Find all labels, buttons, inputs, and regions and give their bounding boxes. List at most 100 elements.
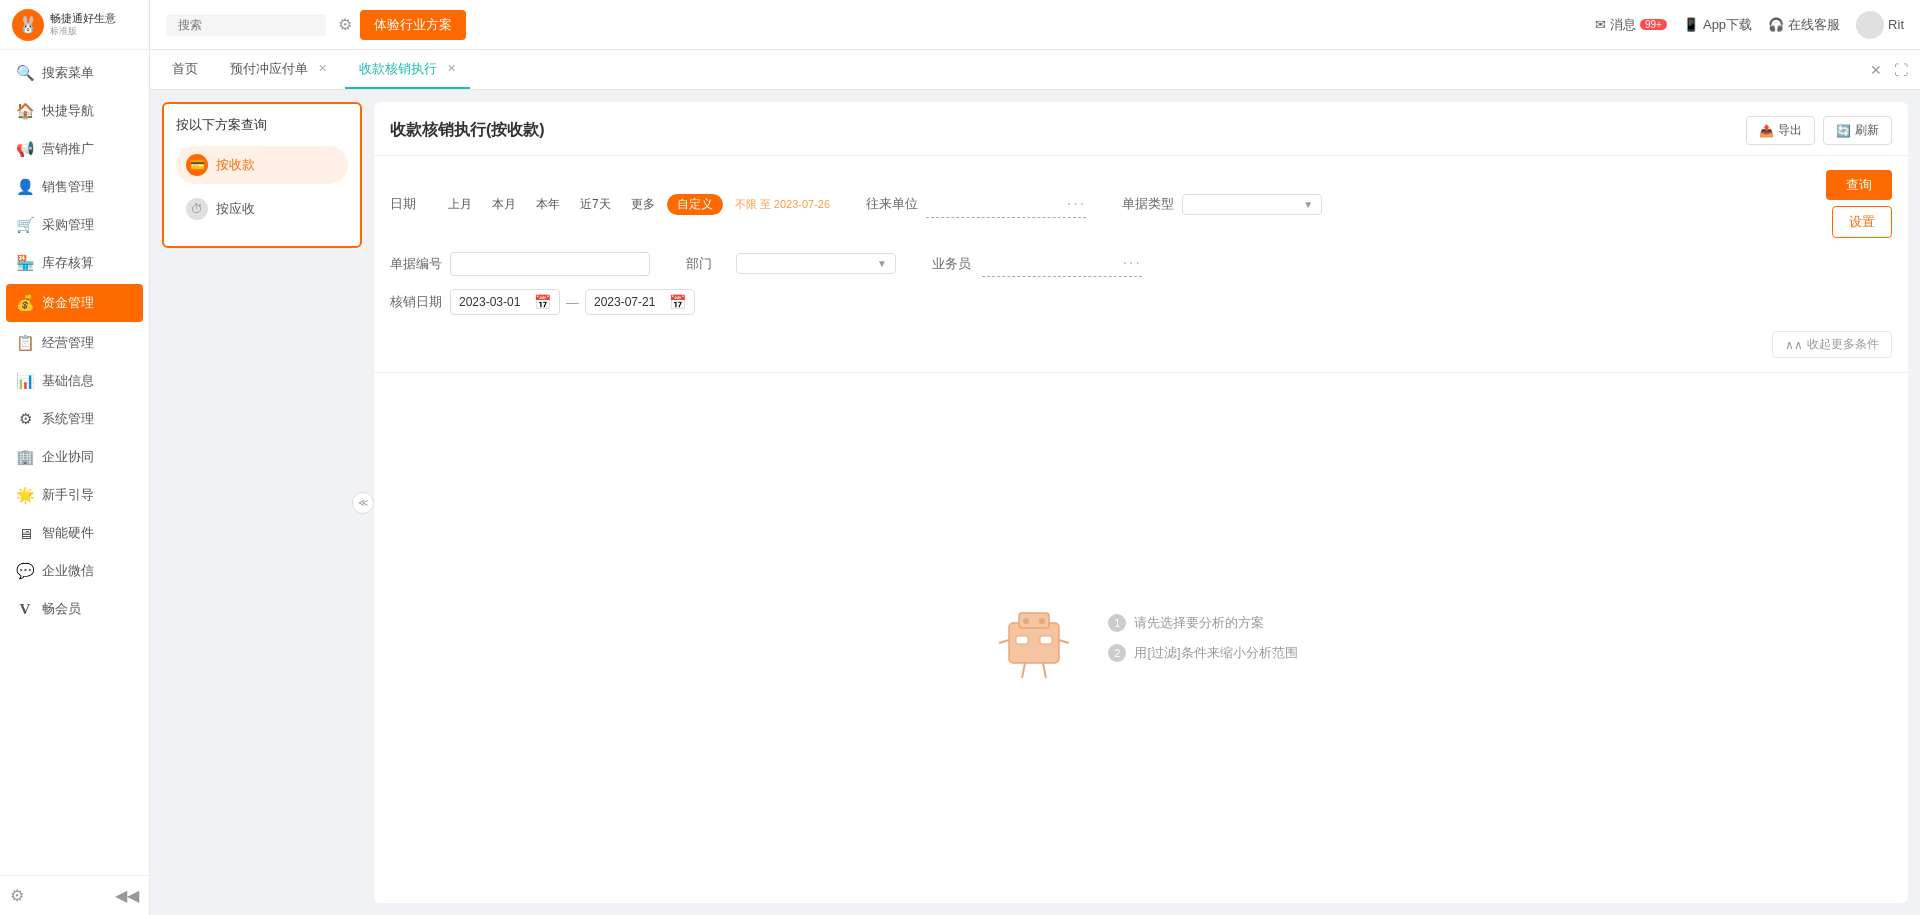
date-range-sep: — <box>566 295 579 310</box>
salesperson-select[interactable]: ··· <box>982 250 1142 277</box>
sidebar-item-search-menu[interactable]: 🔍 搜索菜单 <box>0 54 149 92</box>
solution-button[interactable]: 体验行业方案 <box>360 10 466 40</box>
sidebar-item-basic[interactable]: 📊 基础信息 <box>0 362 149 400</box>
date-btn-this-year[interactable]: 本年 <box>528 194 568 215</box>
sidebar-label-system: 系统管理 <box>42 410 94 428</box>
sidebar-item-sales[interactable]: 👤 销售管理 <box>0 168 149 206</box>
user-item[interactable]: Rit <box>1856 11 1904 39</box>
verify-date-end-input[interactable]: 2023-07-21 📅 <box>585 289 695 315</box>
verify-date-start-input[interactable]: 2023-03-01 📅 <box>450 289 560 315</box>
tab-close-all-button[interactable]: ✕ <box>1866 58 1886 82</box>
system-icon: ⚙ <box>16 410 34 428</box>
tab-collection[interactable]: 收款核销执行 ✕ <box>345 50 470 89</box>
svg-point-3 <box>1039 618 1045 624</box>
collapse-more-wrapper: ∧∧ 收起更多条件 <box>390 327 1892 358</box>
svg-line-6 <box>1022 663 1025 678</box>
sidebar-item-capital[interactable]: 💰 资金管理 <box>6 284 143 322</box>
sidebar-logo: 🐰 畅捷通好生意 标准版 <box>0 0 149 50</box>
counterparty-field: 往来单位 ··· <box>866 191 1086 218</box>
gear-icon[interactable]: ⚙ <box>338 15 352 34</box>
sidebar-item-quick-nav[interactable]: 🏠 快捷导航 <box>0 92 149 130</box>
settings-bottom-icon[interactable]: ⚙ <box>10 886 24 905</box>
filter-option-by-receipt[interactable]: 💳 按收款 <box>176 146 348 184</box>
tab-expand-button[interactable]: ⛶ <box>1890 58 1912 82</box>
capital-icon: 💰 <box>16 294 34 312</box>
message-icon: ✉ <box>1595 17 1606 32</box>
sidebar-item-operations[interactable]: 📋 经营管理 <box>0 324 149 362</box>
tabbar-actions: ✕ ⛶ <box>1866 58 1912 82</box>
doc-no-input[interactable] <box>450 252 650 276</box>
sidebar-nav: 🔍 搜索菜单 🏠 快捷导航 📢 营销推广 👤 销售管理 🛒 采购管理 🏪 库存核… <box>0 50 149 875</box>
sidebar-item-purchase[interactable]: 🛒 采购管理 <box>0 206 149 244</box>
message-badge: 99+ <box>1640 19 1667 30</box>
sidebar-label-basic: 基础信息 <box>42 372 94 390</box>
filter-option-by-receivable[interactable]: ⏱ 按应收 <box>176 190 348 228</box>
verify-date-field: 核销日期 2023-03-01 📅 — 2023-07-21 📅 <box>390 289 695 315</box>
refresh-icon: 🔄 <box>1836 124 1851 138</box>
filter-panel-collapse-button[interactable]: ≪ <box>352 492 374 514</box>
counterparty-select[interactable]: ··· <box>926 191 1086 218</box>
sidebar-item-hardware[interactable]: 🖥 智能硬件 <box>0 514 149 552</box>
member-icon: V <box>16 601 34 618</box>
date-label: 日期 <box>390 195 432 213</box>
collapse-sidebar-icon[interactable]: ◀◀ <box>115 886 139 905</box>
tab-prepay[interactable]: 预付冲应付单 ✕ <box>216 50 341 89</box>
tab-prepay-label: 预付冲应付单 <box>230 60 308 78</box>
sidebar: 🐰 畅捷通好生意 标准版 🔍 搜索菜单 🏠 快捷导航 📢 营销推广 👤 销售管理… <box>0 0 150 915</box>
by-receipt-label: 按收款 <box>216 156 255 174</box>
query-button[interactable]: 查询 <box>1826 170 1892 200</box>
export-button[interactable]: 📤 导出 <box>1746 116 1815 145</box>
date-btn-7days[interactable]: 近7天 <box>572 194 619 215</box>
sidebar-item-newbie[interactable]: 🌟 新手引导 <box>0 476 149 514</box>
message-item[interactable]: ✉ 消息 99+ <box>1595 16 1667 34</box>
dept-select[interactable]: ▼ <box>736 253 896 274</box>
tab-collection-close[interactable]: ✕ <box>447 62 456 75</box>
tab-prepay-close[interactable]: ✕ <box>318 62 327 75</box>
calendar-start-icon[interactable]: 📅 <box>534 294 551 310</box>
date-shortcuts: 上月 本月 本年 近7天 更多 自定义 <box>440 194 723 215</box>
svg-line-7 <box>1043 663 1046 678</box>
filter-panel: 按以下方案查询 💳 按收款 ⏱ 按应收 <box>162 102 362 248</box>
operations-icon: 📋 <box>16 334 34 352</box>
date-btn-custom[interactable]: 自定义 <box>667 194 723 215</box>
customer-service-item[interactable]: 🎧 在线客服 <box>1768 16 1840 34</box>
sidebar-item-marketing[interactable]: 📢 营销推广 <box>0 130 149 168</box>
topbar-right: ✉ 消息 99+ 📱 App下载 🎧 在线客服 Rit <box>1595 11 1904 39</box>
tip-1-text: 请先选择要分析的方案 <box>1134 614 1264 632</box>
main-container: ⚙ 体验行业方案 ✉ 消息 99+ 📱 App下载 🎧 在线客服 Rit <box>150 0 1920 915</box>
collapse-more-label: 收起更多条件 <box>1807 336 1879 353</box>
app-download-item[interactable]: 📱 App下载 <box>1683 16 1752 34</box>
topbar: ⚙ 体验行业方案 ✉ 消息 99+ 📱 App下载 🎧 在线客服 Rit <box>150 0 1920 50</box>
tabbar: 首页 预付冲应付单 ✕ 收款核销执行 ✕ ✕ ⛶ <box>150 50 1920 90</box>
doc-no-label: 单据编号 <box>390 255 442 273</box>
tip-2-number: 2 <box>1108 644 1126 662</box>
settings-button[interactable]: 设置 <box>1832 206 1892 238</box>
inventory-icon: 🏪 <box>16 254 34 272</box>
sidebar-item-enterprise[interactable]: 🏢 企业协同 <box>0 438 149 476</box>
date-btn-more[interactable]: 更多 <box>623 194 663 215</box>
svg-line-8 <box>999 640 1009 643</box>
doc-type-select[interactable]: ▼ <box>1182 194 1322 215</box>
query-actions: 查询 设置 <box>1826 170 1892 238</box>
calendar-end-icon[interactable]: 📅 <box>669 294 686 310</box>
dept-chevron-icon: ▼ <box>877 258 887 269</box>
collapse-more-button[interactable]: ∧∧ 收起更多条件 <box>1772 331 1892 358</box>
sidebar-item-member[interactable]: V 畅会员 <box>0 590 149 628</box>
newbie-icon: 🌟 <box>16 486 34 504</box>
sidebar-item-system[interactable]: ⚙ 系统管理 <box>0 400 149 438</box>
page-header: 收款核销执行(按收款) 📤 导出 🔄 刷新 <box>374 102 1908 156</box>
date-btn-last-month[interactable]: 上月 <box>440 194 480 215</box>
sidebar-label-search-menu: 搜索菜单 <box>42 64 94 82</box>
tab-home[interactable]: 首页 <box>158 50 212 89</box>
sidebar-item-wechat[interactable]: 💬 企业微信 <box>0 552 149 590</box>
counterparty-dots-icon: ··· <box>1067 195 1086 213</box>
by-receivable-icon: ⏱ <box>186 198 208 220</box>
date-btn-this-month[interactable]: 本月 <box>484 194 524 215</box>
salesperson-label: 业务员 <box>932 255 974 273</box>
sidebar-item-inventory[interactable]: 🏪 库存核算 <box>0 244 149 282</box>
search-row-2: 单据编号 部门 ▼ 业务员 ··· <box>390 250 1892 277</box>
empty-illustration <box>984 588 1084 688</box>
refresh-button[interactable]: 🔄 刷新 <box>1823 116 1892 145</box>
sidebar-bottom: ⚙ ◀◀ <box>0 875 149 915</box>
topbar-search-input[interactable] <box>166 14 326 36</box>
